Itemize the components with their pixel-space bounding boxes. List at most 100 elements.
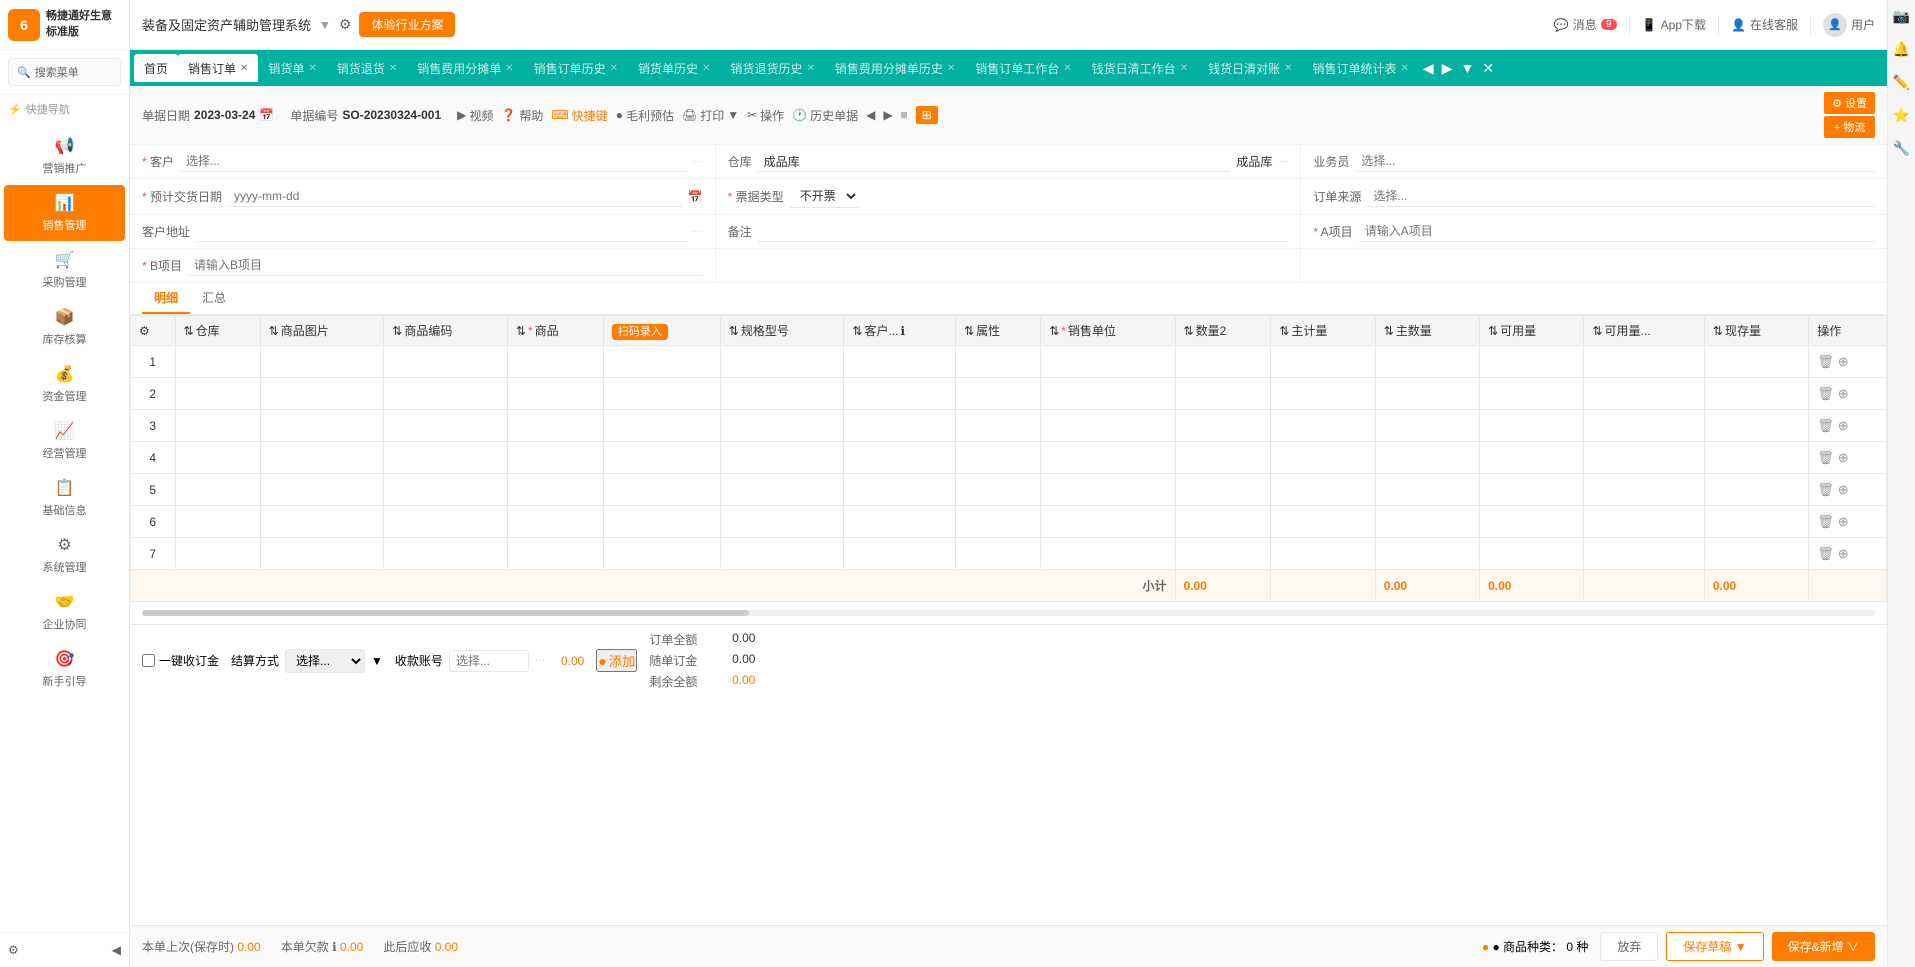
sidebar-item-marketing[interactable]: 📢 营销推广 xyxy=(4,128,125,184)
salesperson-input[interactable] xyxy=(1355,151,1875,172)
tab-order-history[interactable]: 销售订单历史 ✕ xyxy=(524,54,628,82)
warehouse-more-icon[interactable]: ··· xyxy=(1278,156,1288,167)
delete-icon[interactable]: 🗑 xyxy=(1817,386,1834,402)
col-available-header[interactable]: ⇅ 可用量 xyxy=(1480,316,1584,346)
profit-btn[interactable]: ● 毛利预估 xyxy=(616,107,674,124)
row-1-product[interactable] xyxy=(507,346,603,378)
tab-bill-history[interactable]: 销货单历史 ✕ xyxy=(628,54,720,82)
industry-btn[interactable]: 体验行业方案 xyxy=(359,12,455,37)
sub-tab-summary[interactable]: 汇总 xyxy=(190,283,238,314)
col-main-qty-header[interactable]: ⇅ 主数量 xyxy=(1375,316,1479,346)
copy-icon[interactable]: ⊕ xyxy=(1838,386,1849,402)
quick-nav-item[interactable]: ⚡ 快捷导航 xyxy=(0,95,129,123)
tab-next-btn[interactable]: ▶ xyxy=(1438,58,1457,79)
copy-icon[interactable]: ⊕ xyxy=(1838,418,1849,434)
print-btn[interactable]: 🖨 打印 ▼ xyxy=(682,107,739,124)
delete-icon[interactable]: 🗑 xyxy=(1817,482,1834,498)
delete-icon[interactable]: 🗑 xyxy=(1817,354,1834,370)
shortcut-btn[interactable]: ⌨ 快捷键 xyxy=(551,107,607,124)
settings-side-btn[interactable]: ⚙ 设置 xyxy=(1824,92,1875,114)
settings-icon[interactable]: ⚙ xyxy=(8,943,19,957)
form-view-btn[interactable]: ⊞ xyxy=(916,106,938,124)
calendar-icon2[interactable]: 📅 xyxy=(688,190,703,204)
tab-close-icon[interactable]: ✕ xyxy=(308,63,316,74)
tab-close-icon[interactable]: ✕ xyxy=(1180,63,1188,74)
a-project-input[interactable] xyxy=(1359,221,1875,242)
customer-input[interactable] xyxy=(180,151,687,172)
invoice-type-select[interactable]: 不开票 xyxy=(790,185,859,208)
copy-icon[interactable]: ⊕ xyxy=(1838,450,1849,466)
help-btn[interactable]: ❓ 帮助 xyxy=(501,107,543,124)
col-settings-icon[interactable]: ⚙ xyxy=(139,324,150,338)
tab-cost-history[interactable]: 销售费用分摊单历史 ✕ xyxy=(825,54,965,82)
tab-sales-bill[interactable]: 销货单 ✕ xyxy=(258,54,326,82)
tab-close-icon[interactable]: ✕ xyxy=(505,63,513,74)
col-warehouse-header[interactable]: ⇅ 仓库 xyxy=(175,316,260,346)
account-input[interactable] xyxy=(449,650,529,672)
col-spec-header[interactable]: ⇅ 规格型号 xyxy=(720,316,844,346)
row-1-qty2[interactable] xyxy=(1175,346,1271,378)
tab-close-icon[interactable]: ✕ xyxy=(389,63,397,74)
col-qty2-header[interactable]: ⇅ 数量2 xyxy=(1175,316,1271,346)
scroll-thumb[interactable] xyxy=(142,610,749,616)
delete-icon[interactable]: 🗑 xyxy=(1817,546,1834,562)
sidebar-item-operation[interactable]: 📈 经营管理 xyxy=(4,413,125,469)
right-panel-icon-4[interactable]: ⭐ xyxy=(1889,103,1914,128)
tab-close-icon[interactable]: ✕ xyxy=(702,63,710,74)
add-btn[interactable]: ● 添加 xyxy=(596,649,637,672)
delete-icon[interactable]: 🗑 xyxy=(1817,450,1834,466)
memo-input[interactable] xyxy=(758,221,1289,242)
search-menu-button[interactable]: 🔍 搜索菜单 xyxy=(8,58,121,86)
row-1-main-qty[interactable] xyxy=(1375,346,1479,378)
col-attribute-header[interactable]: ⇅ 属性 xyxy=(956,316,1041,346)
app-download-btn[interactable]: 📱 App下载 xyxy=(1642,16,1706,33)
row-1-warehouse[interactable] xyxy=(175,346,260,378)
collect-deposit-checkbox[interactable]: 一键收订金 xyxy=(142,652,219,669)
address-input[interactable] xyxy=(196,221,687,242)
sidebar-item-inventory[interactable]: 📦 库存核算 xyxy=(4,299,125,355)
sidebar-item-purchase[interactable]: 🛒 采购管理 xyxy=(4,242,125,298)
tab-sales-report[interactable]: 销售订单统计表 ✕ xyxy=(1302,54,1418,82)
abandon-btn[interactable]: 放弃 xyxy=(1600,932,1658,961)
copy-icon[interactable]: ⊕ xyxy=(1838,354,1849,370)
settings-btn[interactable]: ⚙ xyxy=(339,16,352,33)
tab-close-icon[interactable]: ✕ xyxy=(1401,63,1409,74)
col-available2-header[interactable]: ⇅ 可用量... xyxy=(1584,316,1704,346)
info-icon[interactable]: ℹ xyxy=(900,324,905,338)
sidebar-item-sales[interactable]: 📊 销售管理 xyxy=(4,185,125,241)
scan-btn[interactable]: 扫码录入 xyxy=(612,324,668,340)
tab-close-icon[interactable]: ✕ xyxy=(610,63,618,74)
tab-sales-cost[interactable]: 销售费用分摊单 ✕ xyxy=(407,54,523,82)
row-1-customer-code[interactable] xyxy=(844,346,956,378)
tab-sales-order[interactable]: 销售订单 ✕ xyxy=(178,54,258,82)
col-scan-header[interactable]: 扫码录入 xyxy=(603,316,720,346)
tab-close-icon[interactable]: ✕ xyxy=(806,63,814,74)
right-panel-icon-3[interactable]: ✏️ xyxy=(1889,70,1914,95)
nav-prev-btn[interactable]: ◀ xyxy=(866,108,875,122)
message-btn[interactable]: 💬 消息 9 xyxy=(1554,16,1617,33)
col-code-header[interactable]: ⇅ 商品编码 xyxy=(384,316,508,346)
tab-menu-btn[interactable]: ▼ xyxy=(1456,58,1478,78)
copy-icon[interactable]: ⊕ xyxy=(1838,546,1849,562)
online-service-btn[interactable]: 👤 在线客服 xyxy=(1731,16,1798,33)
sidebar-item-finance[interactable]: 💰 资金管理 xyxy=(4,356,125,412)
account-more-icon[interactable]: ··· xyxy=(535,655,545,666)
tab-close-icon[interactable]: ✕ xyxy=(947,63,955,74)
right-panel-icon-2[interactable]: 🔔 xyxy=(1889,37,1914,62)
save-new-btn[interactable]: 保存&新增 ∨ xyxy=(1772,932,1875,961)
tab-close-icon[interactable]: ✕ xyxy=(1284,63,1292,74)
tab-order-workbench[interactable]: 销售订单工作台 ✕ xyxy=(965,54,1081,82)
sidebar-item-enterprise[interactable]: 🤝 企业协同 xyxy=(4,584,125,640)
operation-btn[interactable]: ✂ 操作 xyxy=(747,107,784,124)
address-more-icon[interactable]: ··· xyxy=(693,226,703,237)
scroll-track[interactable] xyxy=(142,610,1875,616)
delete-icon[interactable]: 🗑 xyxy=(1817,418,1834,434)
sidebar-item-guide[interactable]: 🎯 新手引导 xyxy=(4,641,125,697)
sidebar-item-system[interactable]: ⚙ 系统管理 xyxy=(4,527,125,583)
tab-cash-workbench[interactable]: 钱货日清工作台 ✕ xyxy=(1082,54,1198,82)
tab-cash-reconcile[interactable]: 钱货日清对账 ✕ xyxy=(1198,54,1302,82)
right-panel-icon-5[interactable]: 🔧 xyxy=(1889,136,1914,161)
sub-tab-detail[interactable]: 明细 xyxy=(142,283,190,314)
b-project-input[interactable] xyxy=(188,255,703,276)
copy-icon[interactable]: ⊕ xyxy=(1838,482,1849,498)
